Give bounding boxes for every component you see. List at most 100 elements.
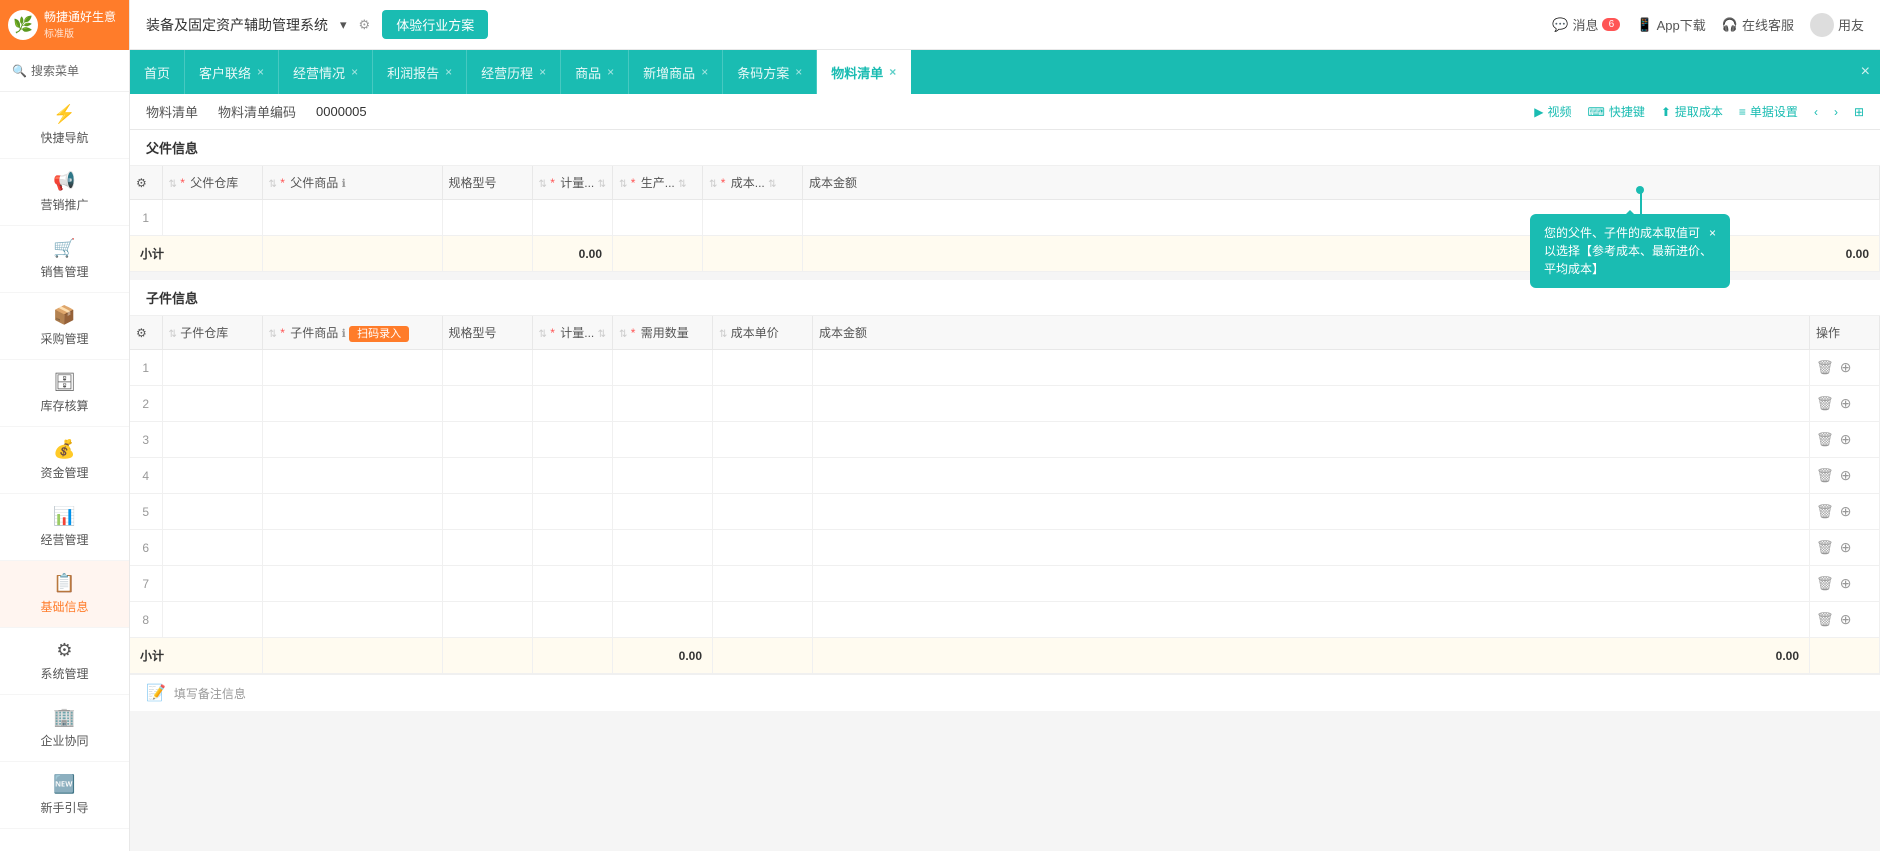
sidebar-item-enterprise[interactable]: 🏢 企业协同 — [0, 695, 129, 762]
sidebar-item-basic-info[interactable]: 📋 基础信息 — [0, 561, 129, 628]
parent-row-production[interactable] — [613, 200, 703, 236]
delete-row-icon[interactable]: 🗑 — [1816, 575, 1834, 592]
child-row-qty[interactable] — [613, 530, 713, 566]
child-row-amount[interactable] — [813, 422, 1810, 458]
online-service-item[interactable]: 🎧 在线客服 — [1722, 15, 1794, 34]
parent-col-gear[interactable]: ⚙ — [130, 166, 162, 200]
child-row-unit-price[interactable] — [713, 602, 813, 638]
child-row-qty[interactable] — [613, 494, 713, 530]
sidebar-item-marketing[interactable]: 📢 营销推广 — [0, 159, 129, 226]
delete-row-icon[interactable]: 🗑 — [1816, 395, 1834, 412]
scan-input-btn[interactable]: 扫码录入 — [349, 326, 409, 342]
tab-bom-close[interactable]: × — [889, 65, 896, 79]
child-row-qty[interactable] — [613, 566, 713, 602]
child-row-spec[interactable] — [442, 458, 532, 494]
child-row-qty[interactable] — [613, 458, 713, 494]
child-row-amount[interactable] — [813, 458, 1810, 494]
tab-new-products-close[interactable]: × — [701, 65, 708, 79]
child-row-product[interactable] — [262, 386, 442, 422]
parent-row-warehouse[interactable] — [162, 200, 262, 236]
copy-row-icon[interactable]: ⊕ — [1840, 395, 1852, 412]
delete-row-icon[interactable]: 🗑 — [1816, 359, 1834, 376]
tab-products[interactable]: 商品 × — [561, 50, 629, 94]
child-row-product[interactable] — [262, 458, 442, 494]
child-row-qty[interactable] — [613, 422, 713, 458]
extract-cost-btn[interactable]: ⬆ 提取成本 — [1661, 103, 1723, 120]
delete-row-icon[interactable]: 🗑 — [1816, 539, 1834, 556]
grid-view-btn[interactable]: ⊞ — [1854, 105, 1864, 119]
view-video-btn[interactable]: ▶ 视频 — [1534, 103, 1571, 120]
sidebar-item-finance[interactable]: 💰 资金管理 — [0, 427, 129, 494]
child-row-unit-price[interactable] — [713, 350, 813, 386]
experience-button[interactable]: 体验行业方案 — [382, 10, 488, 39]
child-row-spec[interactable] — [442, 566, 532, 602]
child-row-warehouse[interactable] — [162, 422, 262, 458]
sidebar-item-operations[interactable]: 📊 经营管理 — [0, 494, 129, 561]
child-row-unit-price[interactable] — [713, 494, 813, 530]
single-settings-btn[interactable]: ≡ 单据设置 — [1739, 103, 1798, 120]
child-row-unit[interactable] — [532, 422, 613, 458]
nav-prev-btn[interactable]: ‹ — [1814, 105, 1818, 119]
tab-barcode[interactable]: 条码方案 × — [723, 50, 817, 94]
nav-close-all[interactable]: × — [1851, 63, 1880, 81]
copy-row-icon[interactable]: ⊕ — [1840, 539, 1852, 556]
child-row-amount[interactable] — [813, 350, 1810, 386]
tab-new-products[interactable]: 新增商品 × — [629, 50, 723, 94]
tab-customer[interactable]: 客户联络 × — [185, 50, 279, 94]
child-row-qty[interactable] — [613, 386, 713, 422]
child-row-unit-price[interactable] — [713, 458, 813, 494]
child-row-warehouse[interactable] — [162, 602, 262, 638]
child-row-qty[interactable] — [613, 602, 713, 638]
child-row-unit-price[interactable] — [713, 530, 813, 566]
sidebar-item-purchase[interactable]: 📦 采购管理 — [0, 293, 129, 360]
child-row-warehouse[interactable] — [162, 386, 262, 422]
child-row-warehouse[interactable] — [162, 566, 262, 602]
child-row-unit[interactable] — [532, 386, 613, 422]
parent-row-product[interactable] — [262, 200, 442, 236]
child-row-amount[interactable] — [813, 530, 1810, 566]
sidebar-item-sales[interactable]: 🛒 销售管理 — [0, 226, 129, 293]
child-row-unit[interactable] — [532, 566, 613, 602]
copy-row-icon[interactable]: ⊕ — [1840, 575, 1852, 592]
message-item[interactable]: 💬 消息 6 — [1552, 15, 1620, 34]
parent-row-spec[interactable] — [442, 200, 532, 236]
child-row-amount[interactable] — [813, 494, 1810, 530]
sidebar-item-guide[interactable]: 🆕 新手引导 — [0, 762, 129, 829]
child-row-unit-price[interactable] — [713, 566, 813, 602]
child-row-amount[interactable] — [813, 566, 1810, 602]
child-row-product[interactable] — [262, 530, 442, 566]
child-row-unit[interactable] — [532, 602, 613, 638]
child-col-gear[interactable]: ⚙ — [130, 316, 162, 350]
copy-row-icon[interactable]: ⊕ — [1840, 359, 1852, 376]
child-row-spec[interactable] — [442, 602, 532, 638]
copy-row-icon[interactable]: ⊕ — [1840, 503, 1852, 520]
system-select-dropdown[interactable]: ▾ — [340, 17, 347, 33]
sidebar-item-quick-nav[interactable]: ⚡ 快捷导航 — [0, 92, 129, 159]
delete-row-icon[interactable]: 🗑 — [1816, 431, 1834, 448]
copy-row-icon[interactable]: ⊕ — [1840, 467, 1852, 484]
parent-row-cost[interactable] — [703, 200, 803, 236]
tab-bom[interactable]: 物料清单 × — [817, 50, 911, 94]
tab-barcode-close[interactable]: × — [795, 65, 802, 79]
tab-customer-close[interactable]: × — [257, 65, 264, 79]
child-row-spec[interactable] — [442, 494, 532, 530]
child-row-amount[interactable] — [813, 386, 1810, 422]
tab-biz-history[interactable]: 经营历程 × — [467, 50, 561, 94]
child-row-product[interactable] — [262, 494, 442, 530]
child-row-unit[interactable] — [532, 494, 613, 530]
child-row-warehouse[interactable] — [162, 458, 262, 494]
child-row-unit-price[interactable] — [713, 386, 813, 422]
user-item[interactable]: 用友 — [1810, 13, 1864, 37]
child-row-spec[interactable] — [442, 350, 532, 386]
shortcut-btn[interactable]: ⌨ 快捷键 — [1587, 103, 1644, 120]
child-row-product[interactable] — [262, 350, 442, 386]
child-row-spec[interactable] — [442, 422, 532, 458]
sidebar-search[interactable]: 🔍 搜索菜单 — [0, 50, 129, 92]
tab-profit-report[interactable]: 利润报告 × — [373, 50, 467, 94]
child-row-spec[interactable] — [442, 386, 532, 422]
tooltip-close-btn[interactable]: × — [1709, 224, 1716, 242]
tab-home[interactable]: 首页 — [130, 50, 185, 94]
copy-row-icon[interactable]: ⊕ — [1840, 431, 1852, 448]
child-row-unit-price[interactable] — [713, 422, 813, 458]
delete-row-icon[interactable]: 🗑 — [1816, 467, 1834, 484]
